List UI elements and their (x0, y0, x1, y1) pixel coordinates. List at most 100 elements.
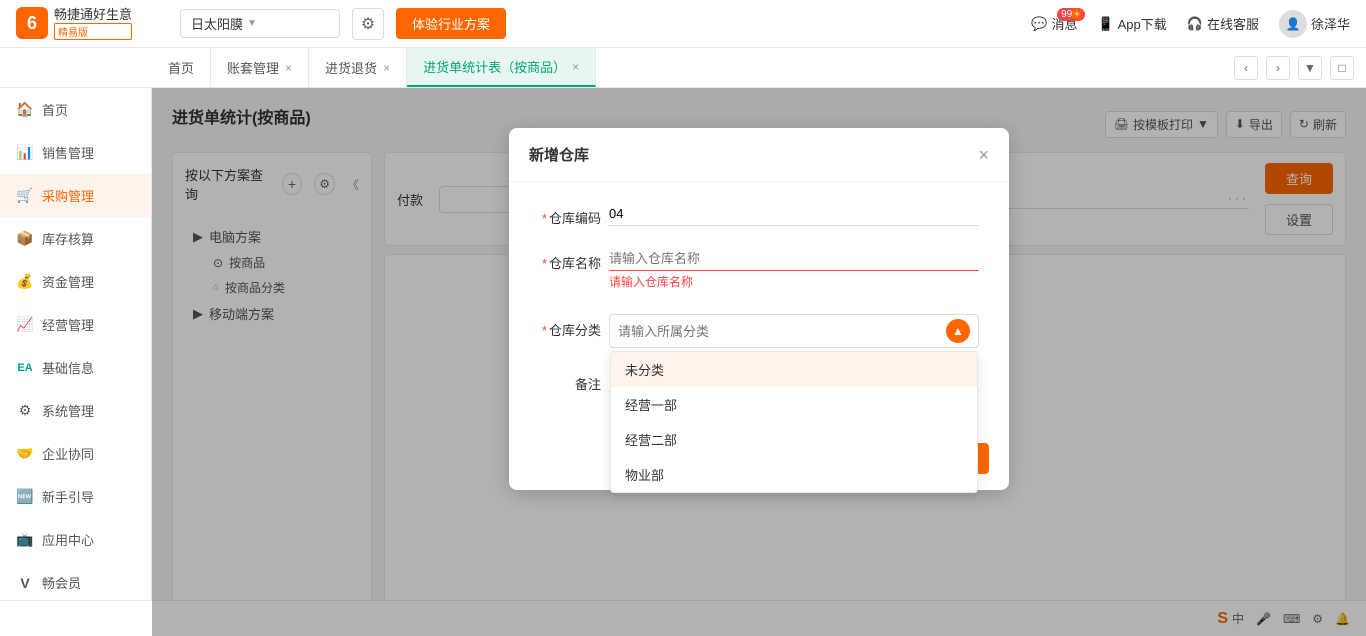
sidebar-item-sales[interactable]: 📊 销售管理 (0, 131, 151, 174)
store-dropdown-arrow: ▼ (247, 18, 257, 29)
message-item[interactable]: 💬 消息 99+ (1031, 14, 1077, 33)
sidebar-basic-info-label: 基础信息 (42, 358, 94, 377)
user-name: 徐泽华 (1311, 14, 1350, 33)
sidebar-item-system[interactable]: ⚙ 系统管理 (0, 389, 151, 432)
sidebar-inventory-label: 库存核算 (42, 229, 94, 248)
tab-bar: 首页 账套管理 × 进货退货 × 进货单统计表（按商品） × ‹ › ▼ □ (0, 48, 1366, 88)
modal-overlay: 新增仓库 × 仓库编码 仓库名称 请输入仓库名称 (152, 88, 1366, 636)
sidebar-item-purchase[interactable]: 🛒 采购管理 (0, 174, 151, 217)
sidebar-purchase-label: 采购管理 (42, 186, 94, 205)
headset-icon: 🎧 (1187, 16, 1203, 32)
guide-icon: 🆕 (16, 488, 34, 506)
app-name: 畅捷通好生意 (54, 7, 132, 24)
purchase-icon: 🛒 (16, 187, 34, 205)
warehouse-code-field: 仓库编码 (539, 202, 979, 227)
store-name: 日太阳膜 (191, 14, 243, 33)
tab-next-button[interactable]: › (1266, 56, 1290, 80)
tab-account-close[interactable]: × (285, 61, 292, 75)
message-badge: 99+ (1057, 8, 1085, 21)
sidebar-system-label: 系统管理 (42, 401, 94, 420)
modal-header: 新增仓库 × (509, 128, 1009, 182)
sidebar-item-operation[interactable]: 📈 经营管理 (0, 303, 151, 346)
app-download-icon: 📱 (1097, 16, 1113, 32)
enterprise-icon: 🤝 (16, 445, 34, 463)
sidebar-item-member[interactable]: V 畅会员 (0, 561, 151, 604)
sidebar-finance-label: 资金管理 (42, 272, 94, 291)
dropdown-item-unclassified[interactable]: 未分类 (611, 352, 977, 387)
sidebar-app-center-label: 应用中心 (42, 530, 94, 549)
app-center-icon: 📺 (16, 531, 34, 549)
tab-prev-button[interactable]: ‹ (1234, 56, 1258, 80)
warehouse-name-field: 仓库名称 请输入仓库名称 (539, 247, 979, 294)
member-icon: V (16, 574, 34, 592)
modal-title: 新增仓库 (529, 144, 589, 165)
tab-purchase-stats-label: 进货单统计表（按商品） (423, 57, 566, 76)
tab-purchase-stats-close[interactable]: × (572, 60, 579, 74)
app-download-label: App下载 (1118, 14, 1167, 33)
add-warehouse-modal: 新增仓库 × 仓库编码 仓库名称 请输入仓库名称 (509, 128, 1009, 490)
sidebar: 🏠 首页 📊 销售管理 🛒 采购管理 📦 库存核算 💰 资金管理 📈 经营管理 … (0, 88, 152, 636)
store-selector[interactable]: 日太阳膜 ▼ (180, 9, 340, 38)
warehouse-notes-label: 备注 (539, 368, 609, 393)
sidebar-item-app-center[interactable]: 📺 应用中心 (0, 518, 151, 561)
inventory-icon: 📦 (16, 230, 34, 248)
warehouse-category-input[interactable] (618, 324, 946, 339)
category-dropdown-list: 未分类 经营一部 经营二部 物业部 (610, 351, 978, 493)
basic-info-icon: EA (16, 359, 34, 377)
tab-menu-button[interactable]: ▼ (1298, 56, 1322, 80)
user-item[interactable]: 👤 徐泽华 (1279, 10, 1350, 38)
online-service-item[interactable]: 🎧 在线客服 (1187, 14, 1259, 33)
sidebar-item-finance[interactable]: 💰 资金管理 (0, 260, 151, 303)
sidebar-item-basic-info[interactable]: EA 基础信息 (0, 346, 151, 389)
sidebar-guide-label: 新手引导 (42, 487, 94, 506)
warehouse-code-input[interactable] (609, 202, 979, 226)
warehouse-name-error: 请输入仓库名称 (609, 273, 979, 290)
category-dropdown-arrow[interactable]: ▲ (946, 319, 970, 343)
dropdown-item-dept2[interactable]: 经营二部 (611, 422, 977, 457)
tab-home[interactable]: 首页 (152, 48, 211, 87)
tab-purchase-stats[interactable]: 进货单统计表（按商品） × (407, 48, 596, 87)
content-area: 进货单统计(按商品) 🖨 按模板打印 ▼ ⬇ 导出 ↻ 刷新 (152, 88, 1366, 636)
app-logo-icon: 6 (16, 7, 48, 39)
operation-icon: 📈 (16, 316, 34, 334)
warehouse-name-input[interactable] (609, 247, 979, 271)
top-header: 6 畅捷通好生意 精易版 日太阳膜 ▼ ⚙ 体验行业方案 💬 消息 99+ 📱 … (0, 0, 1366, 48)
warehouse-name-label: 仓库名称 (539, 247, 609, 272)
tab-purchase-return-close[interactable]: × (383, 61, 390, 75)
home-icon: 🏠 (16, 101, 34, 119)
sidebar-sales-label: 销售管理 (42, 143, 94, 162)
tab-home-label: 首页 (168, 58, 194, 77)
app-download-item[interactable]: 📱 App下载 (1097, 14, 1166, 33)
sidebar-member-label: 畅会员 (42, 573, 81, 592)
system-icon: ⚙ (16, 402, 34, 420)
dropdown-item-dept1[interactable]: 经营一部 (611, 387, 977, 422)
trial-button[interactable]: 体验行业方案 (396, 8, 506, 39)
sidebar-item-enterprise[interactable]: 🤝 企业协同 (0, 432, 151, 475)
warehouse-code-label: 仓库编码 (539, 202, 609, 227)
modal-close-button[interactable]: × (978, 146, 989, 164)
sidebar-item-inventory[interactable]: 📦 库存核算 (0, 217, 151, 260)
sidebar-home-label: 首页 (42, 100, 68, 119)
sidebar-operation-label: 经营管理 (42, 315, 94, 334)
online-service-label: 在线客服 (1207, 14, 1259, 33)
header-right: 💬 消息 99+ 📱 App下载 🎧 在线客服 👤 徐泽华 (1031, 10, 1350, 38)
gear-button[interactable]: ⚙ (352, 8, 384, 40)
category-input-wrap: ▲ 未分类 经营一部 经营二部 物业部 (609, 314, 979, 348)
sidebar-item-guide[interactable]: 🆕 新手引导 (0, 475, 151, 518)
tab-purchase-return[interactable]: 进货退货 × (309, 48, 407, 87)
dropdown-item-property[interactable]: 物业部 (611, 457, 977, 492)
tab-bar-controls: ‹ › ▼ □ (1222, 48, 1366, 87)
message-icon: 💬 (1031, 16, 1047, 32)
logo-area: 6 畅捷通好生意 精易版 (16, 7, 168, 41)
tab-restore-button[interactable]: □ (1330, 56, 1354, 80)
tab-account-label: 账套管理 (227, 58, 279, 77)
sidebar-item-home[interactable]: 🏠 首页 (0, 88, 151, 131)
main-layout: 🏠 首页 📊 销售管理 🛒 采购管理 📦 库存核算 💰 资金管理 📈 经营管理 … (0, 88, 1366, 636)
tab-purchase-return-label: 进货退货 (325, 58, 377, 77)
tab-account[interactable]: 账套管理 × (211, 48, 309, 87)
finance-icon: 💰 (16, 273, 34, 291)
sidebar-enterprise-label: 企业协同 (42, 444, 94, 463)
warehouse-category-label: 仓库分类 (539, 314, 609, 339)
modal-body: 仓库编码 仓库名称 请输入仓库名称 仓库分类 (509, 182, 1009, 433)
sales-icon: 📊 (16, 144, 34, 162)
